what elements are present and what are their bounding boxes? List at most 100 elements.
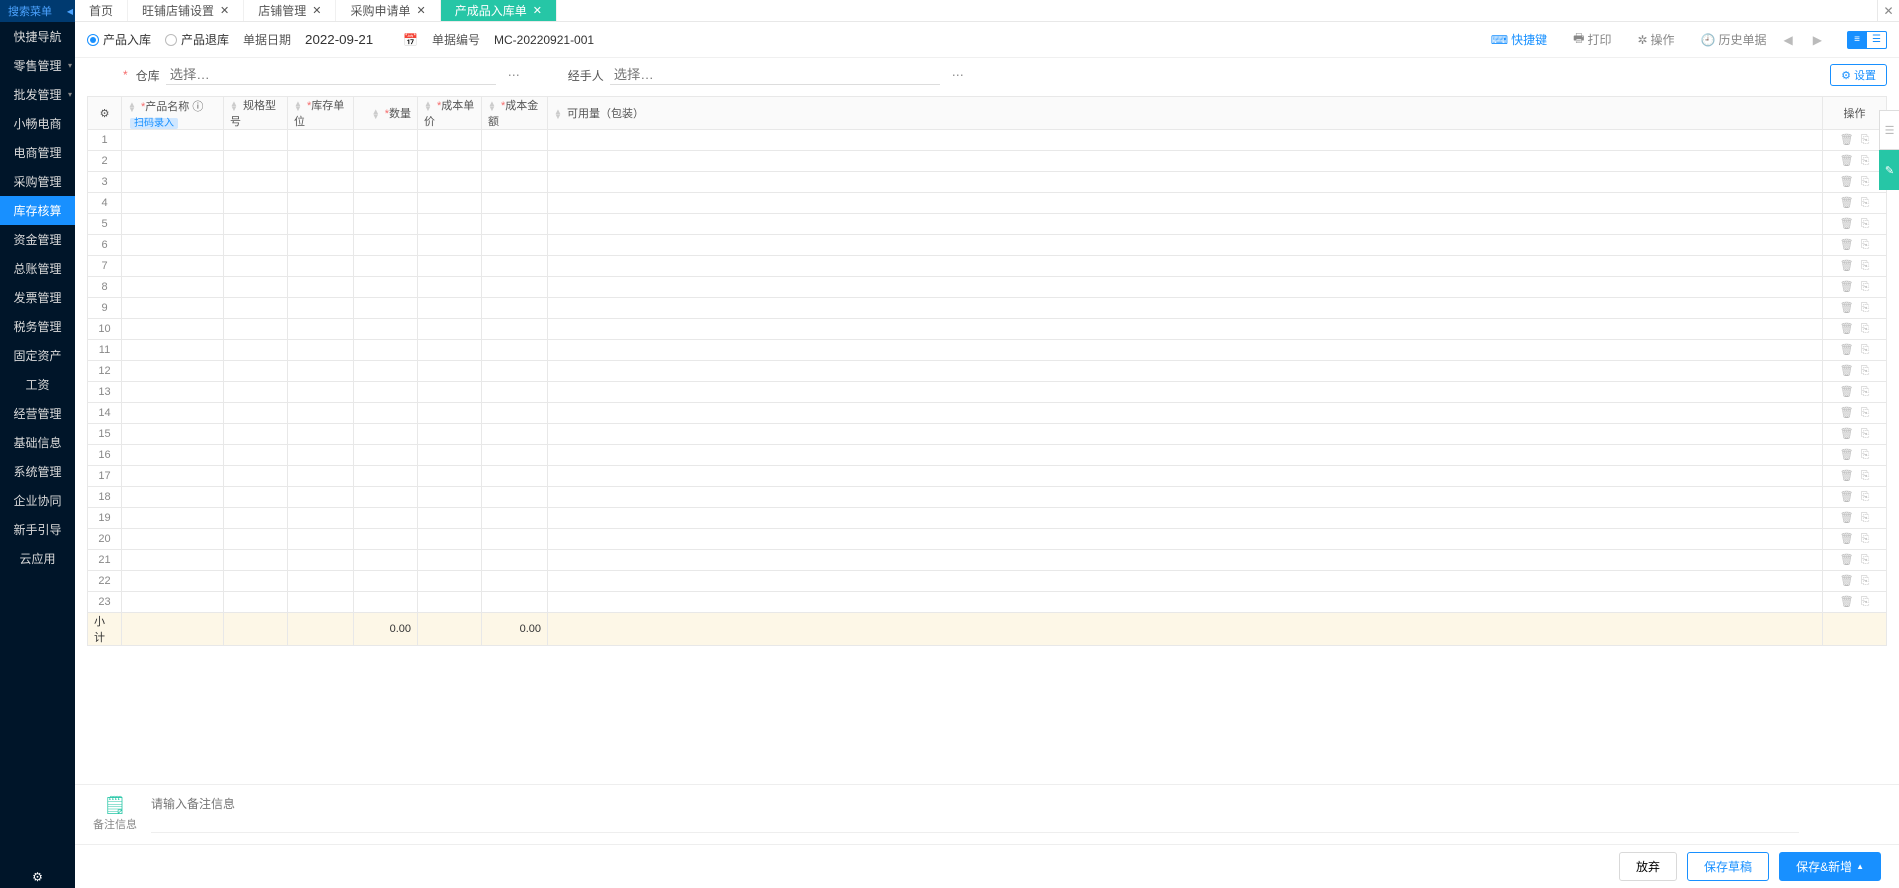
cell-cost-amount[interactable] — [482, 529, 548, 550]
cell-unit[interactable] — [288, 361, 354, 382]
scan-badge[interactable]: 扫码录入 — [130, 118, 178, 129]
table-row[interactable]: 17🗑 ⎘ — [88, 466, 1887, 487]
cell-cost-price[interactable] — [418, 298, 482, 319]
cell-product[interactable] — [122, 466, 224, 487]
cell-cost-price[interactable] — [418, 256, 482, 277]
cell-qty[interactable] — [354, 466, 418, 487]
cell-cost-price[interactable] — [418, 361, 482, 382]
cell-cost-amount[interactable] — [482, 571, 548, 592]
radio-product-return[interactable]: 产品退库 — [165, 31, 229, 48]
cell-qty[interactable] — [354, 319, 418, 340]
calendar-icon[interactable]: 📅 — [403, 33, 418, 47]
delete-icon[interactable]: 🗑 — [1838, 596, 1856, 608]
column-settings-button[interactable]: ⚙ 设置 — [1830, 64, 1887, 86]
cell-avail[interactable] — [548, 214, 1823, 235]
date-input[interactable] — [305, 32, 385, 47]
col-product[interactable]: ▲▼ *产品名称 ⓘ 扫码录入 — [122, 97, 224, 130]
cell-unit[interactable] — [288, 424, 354, 445]
copy-icon[interactable]: ⎘ — [1859, 407, 1872, 419]
sidebar-item-10[interactable]: 税务管理 — [0, 312, 75, 341]
cell-cost-amount[interactable] — [482, 445, 548, 466]
cell-spec[interactable] — [224, 340, 288, 361]
sidebar-item-6[interactable]: 库存核算 — [0, 196, 75, 225]
copy-icon[interactable]: ⎘ — [1859, 554, 1872, 566]
cell-unit[interactable] — [288, 403, 354, 424]
table-row[interactable]: 13🗑 ⎘ — [88, 382, 1887, 403]
tab-0[interactable]: 首页 — [75, 0, 128, 21]
cell-unit[interactable] — [288, 508, 354, 529]
copy-icon[interactable]: ⎘ — [1859, 302, 1872, 314]
col-spec[interactable]: ▲▼ 规格型号 — [224, 97, 288, 130]
table-row[interactable]: 1🗑 ⎘ — [88, 130, 1887, 151]
cell-cost-price[interactable] — [418, 466, 482, 487]
table-row[interactable]: 20🗑 ⎘ — [88, 529, 1887, 550]
cell-cost-amount[interactable] — [482, 361, 548, 382]
cell-qty[interactable] — [354, 529, 418, 550]
sidebar-search[interactable]: 搜索菜单 ◀ — [0, 0, 75, 22]
cell-product[interactable] — [122, 487, 224, 508]
tabs-close-all[interactable]: ✕ — [1877, 0, 1899, 21]
close-icon[interactable]: ✕ — [533, 4, 542, 17]
delete-icon[interactable]: 🗑 — [1838, 554, 1856, 566]
copy-icon[interactable]: ⎘ — [1859, 365, 1872, 377]
cell-avail[interactable] — [548, 571, 1823, 592]
cell-unit[interactable] — [288, 277, 354, 298]
cell-avail[interactable] — [548, 424, 1823, 445]
cell-spec[interactable] — [224, 151, 288, 172]
copy-icon[interactable]: ⎘ — [1859, 239, 1872, 251]
cell-qty[interactable] — [354, 445, 418, 466]
cell-qty[interactable] — [354, 298, 418, 319]
cell-product[interactable] — [122, 361, 224, 382]
cell-qty[interactable] — [354, 256, 418, 277]
sidebar-item-18[interactable]: 云应用 — [0, 544, 75, 573]
cell-cost-price[interactable] — [418, 508, 482, 529]
cell-spec[interactable] — [224, 550, 288, 571]
copy-icon[interactable]: ⎘ — [1859, 176, 1872, 188]
tab-2[interactable]: 店铺管理✕ — [244, 0, 336, 21]
cell-avail[interactable] — [548, 256, 1823, 277]
delete-icon[interactable]: 🗑 — [1838, 323, 1856, 335]
copy-icon[interactable]: ⎘ — [1859, 449, 1872, 461]
table-row[interactable]: 8🗑 ⎘ — [88, 277, 1887, 298]
col-unit[interactable]: ▲▼ *库存单位 — [288, 97, 354, 130]
tab-1[interactable]: 旺铺店铺设置✕ — [128, 0, 244, 21]
cell-product[interactable] — [122, 193, 224, 214]
cell-spec[interactable] — [224, 529, 288, 550]
cell-cost-amount[interactable] — [482, 130, 548, 151]
cell-product[interactable] — [122, 130, 224, 151]
cell-avail[interactable] — [548, 277, 1823, 298]
cell-cost-price[interactable] — [418, 214, 482, 235]
edge-tab-1[interactable]: ☰ — [1879, 110, 1899, 150]
table-row[interactable]: 18🗑 ⎘ — [88, 487, 1887, 508]
cell-product[interactable] — [122, 214, 224, 235]
cell-avail[interactable] — [548, 403, 1823, 424]
close-icon[interactable]: ✕ — [220, 4, 229, 17]
table-row[interactable]: 16🗑 ⎘ — [88, 445, 1887, 466]
cell-avail[interactable] — [548, 151, 1823, 172]
delete-icon[interactable]: 🗑 — [1838, 218, 1856, 230]
cell-qty[interactable] — [354, 277, 418, 298]
cell-unit[interactable] — [288, 319, 354, 340]
view-list[interactable]: ≡ — [1847, 31, 1867, 49]
cell-spec[interactable] — [224, 277, 288, 298]
cell-cost-amount[interactable] — [482, 319, 548, 340]
cell-avail[interactable] — [548, 319, 1823, 340]
copy-icon[interactable]: ⎘ — [1859, 596, 1872, 608]
cell-qty[interactable] — [354, 550, 418, 571]
cell-cost-amount[interactable] — [482, 487, 548, 508]
history-button[interactable]: 🕘 历史单据 — [1701, 31, 1767, 48]
col-cost-price[interactable]: ▲▼ *成本单价 — [418, 97, 482, 130]
copy-icon[interactable]: ⎘ — [1859, 134, 1872, 146]
cell-spec[interactable] — [224, 592, 288, 613]
cell-unit[interactable] — [288, 256, 354, 277]
cell-qty[interactable] — [354, 508, 418, 529]
shortcut-button[interactable]: ⌨ 快捷键 — [1491, 31, 1547, 48]
cell-qty[interactable] — [354, 403, 418, 424]
sidebar-item-9[interactable]: 发票管理 — [0, 283, 75, 312]
sidebar-item-4[interactable]: 电商管理 — [0, 138, 75, 167]
cell-avail[interactable] — [548, 466, 1823, 487]
cell-avail[interactable] — [548, 508, 1823, 529]
edge-tab-2[interactable]: ✎ — [1879, 150, 1899, 190]
cell-spec[interactable] — [224, 382, 288, 403]
cell-unit[interactable] — [288, 214, 354, 235]
